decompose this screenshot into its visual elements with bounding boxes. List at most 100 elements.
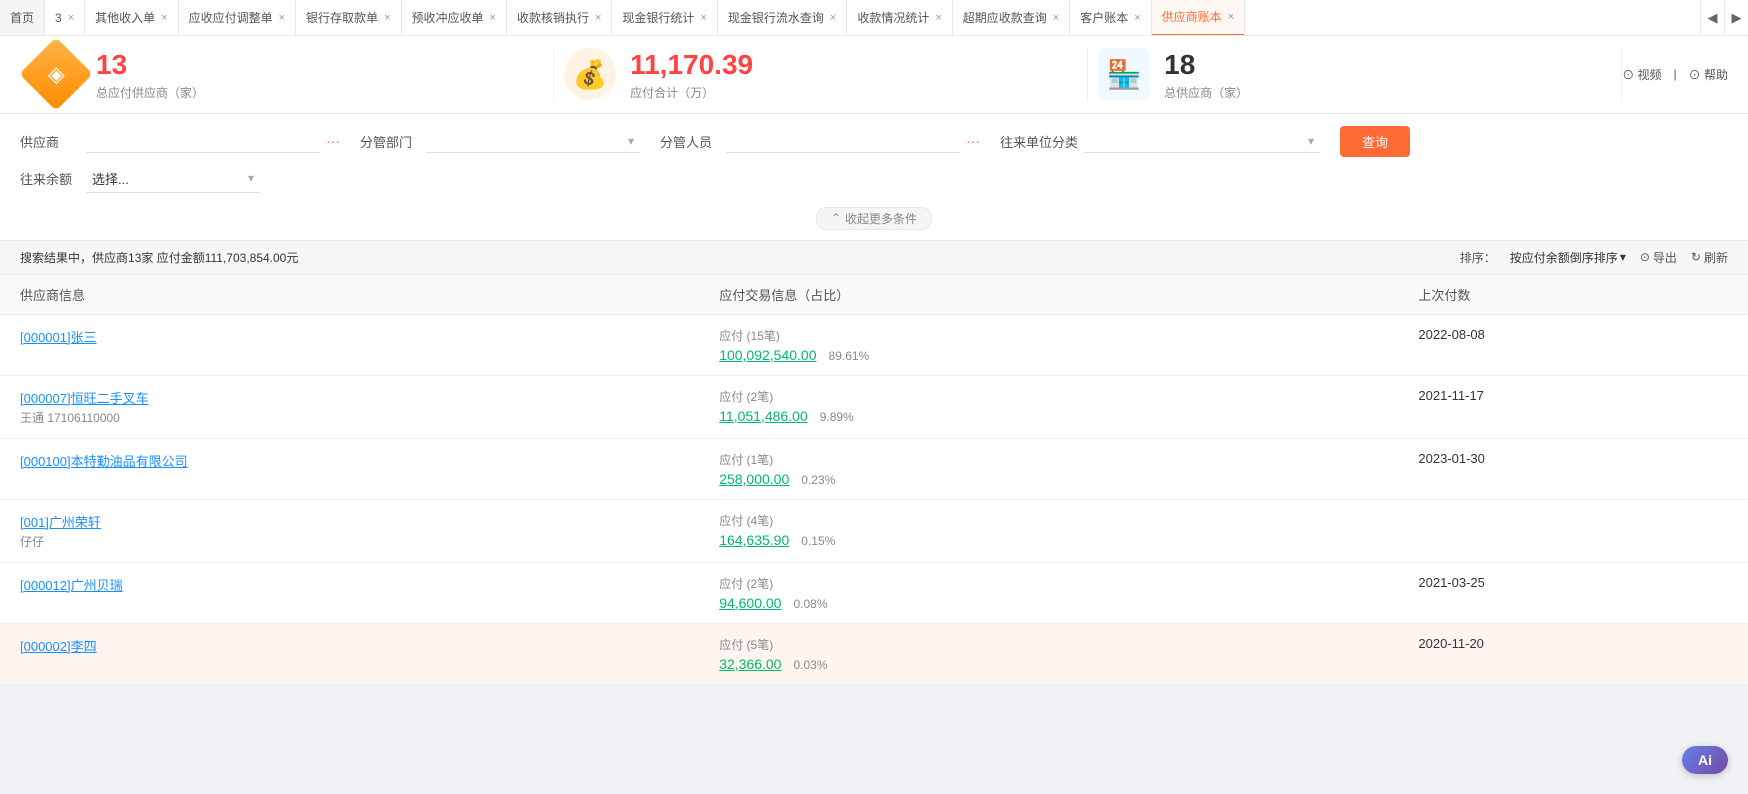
- close-icon[interactable]: ×: [830, 12, 836, 24]
- close-icon[interactable]: ×: [700, 12, 706, 24]
- supplier-id: [000001]张三: [20, 330, 97, 345]
- transaction-amount[interactable]: 164,635.90: [719, 532, 789, 548]
- last-pay-cell: [1398, 499, 1748, 562]
- close-icon[interactable]: ×: [384, 12, 390, 24]
- nav-tab-collection-stat[interactable]: 收款情况统计 ×: [847, 0, 952, 36]
- nav-tab-bank[interactable]: 银行存取款单 ×: [296, 0, 401, 36]
- supplier-link[interactable]: [000001]张三: [20, 330, 97, 345]
- filter-manager: 分管人员 ···: [660, 129, 980, 153]
- nav-tab-verify[interactable]: 收款核销执行 ×: [507, 0, 612, 36]
- table-row: [000012]广州贝瑞 应付 (2笔) 94,600.00 0.08% 202…: [0, 562, 1748, 623]
- close-icon[interactable]: ×: [68, 12, 74, 24]
- table-row: [001]广州荣轩 仔仔 应付 (4笔) 164,635.90 0.15%: [0, 499, 1748, 562]
- help-area: ⊙ 视频 | ⊙ 帮助: [1622, 66, 1728, 83]
- help-link[interactable]: ⊙ 帮助: [1689, 66, 1728, 83]
- transaction-percent: 0.23%: [801, 473, 835, 487]
- last-pay-cell: 2021-03-25: [1398, 562, 1748, 623]
- close-icon[interactable]: ×: [161, 12, 167, 24]
- payable-supplier-icon: ◈: [19, 38, 93, 112]
- nav-tab-prepay[interactable]: 预收冲应收单 ×: [402, 0, 507, 36]
- transaction-info-cell: 应付 (5笔) 32,366.00 0.03%: [699, 623, 1398, 684]
- last-pay-cell: 2020-11-20: [1398, 623, 1748, 684]
- close-icon[interactable]: ×: [935, 12, 941, 24]
- manager-input[interactable]: [726, 129, 960, 153]
- close-icon[interactable]: ×: [1228, 11, 1234, 23]
- category-select[interactable]: ▾: [1084, 130, 1320, 153]
- supplier-link[interactable]: [000007]恒旺二手叉车: [20, 391, 149, 406]
- nav-tab-home[interactable]: 首页: [0, 0, 45, 36]
- supplier-id: [000100]本特勤油品有限公司: [20, 454, 188, 469]
- close-icon[interactable]: ×: [279, 12, 285, 24]
- export-button[interactable]: ⊙ 导出: [1640, 249, 1677, 266]
- ai-badge-label: Ai: [1698, 752, 1712, 768]
- close-icon[interactable]: ×: [1134, 12, 1140, 24]
- supplier-input[interactable]: [86, 129, 320, 153]
- nav-tab-supplier[interactable]: 供应商账本 ×: [1152, 0, 1245, 36]
- transaction-percent: 0.15%: [801, 534, 835, 548]
- search-button[interactable]: 查询: [1340, 126, 1410, 157]
- nav-tab-bank-label: 银行存取款单: [306, 9, 378, 26]
- transaction-percent: 0.03%: [793, 658, 827, 672]
- transaction-percent: 0.08%: [793, 597, 827, 611]
- total-payable-amount: 11,170.39: [630, 48, 753, 82]
- close-icon[interactable]: ×: [595, 12, 601, 24]
- video-link[interactable]: ⊙ 视频: [1622, 66, 1661, 83]
- nav-prev-arrow[interactable]: ◀: [1700, 0, 1724, 36]
- nav-tab-verify-label: 收款核销执行: [517, 9, 589, 26]
- payable-supplier-count: 13: [96, 48, 204, 82]
- supplier-info-cell: [001]广州荣轩 仔仔: [0, 499, 699, 562]
- nav-tab-adjustment[interactable]: 应收应付调整单 ×: [179, 0, 296, 36]
- transaction-amount[interactable]: 11,051,486.00: [719, 408, 808, 424]
- nav-tab-3[interactable]: 3 ×: [45, 0, 85, 36]
- filter-row-1: 供应商 ··· 分管部门 ▾ 分管人员 ··· 往来单位分类 ▾ 查询: [20, 126, 1728, 157]
- trans-label: 应付 (4笔): [719, 512, 1378, 529]
- nav-tab-collection-stat-label: 收款情况统计: [857, 9, 929, 26]
- amount-value: 111,703,854.00元: [205, 251, 299, 265]
- transaction-info-cell: 应付 (2笔) 94,600.00 0.08%: [699, 562, 1398, 623]
- total-payable-label: 应付合计（万）: [630, 84, 753, 101]
- ai-badge[interactable]: Ai: [1682, 746, 1728, 774]
- nav-tab-overdue[interactable]: 超期应收款查询 ×: [953, 0, 1070, 36]
- balance-select[interactable]: 选择... ▾: [86, 165, 260, 193]
- supplier-sub: 王通 17106110000: [20, 409, 679, 426]
- refresh-button[interactable]: ↻ 刷新: [1691, 249, 1728, 266]
- nav-tab-supplier-label: 供应商账本: [1162, 8, 1222, 25]
- collapse-label: 收起更多条件: [845, 210, 917, 227]
- trans-label: 应付 (2笔): [719, 575, 1378, 592]
- transaction-amount[interactable]: 32,366.00: [719, 656, 781, 672]
- col-last-payment: 上次付数: [1398, 275, 1748, 315]
- close-icon[interactable]: ×: [1053, 12, 1059, 24]
- nav-next-arrow[interactable]: ▶: [1724, 0, 1748, 36]
- supplier-link[interactable]: [000002]李四: [20, 639, 97, 654]
- last-pay-date: 2022-08-08: [1418, 327, 1485, 342]
- last-pay-date: 2021-11-17: [1418, 388, 1484, 403]
- nav-tab-other-income[interactable]: 其他收入单 ×: [85, 0, 178, 36]
- result-actions: 排序： 按应付余额倒序排序 ▾ ⊙ 导出 ↻ 刷新: [1460, 249, 1728, 266]
- department-select[interactable]: ▾: [426, 130, 640, 153]
- sort-select[interactable]: 按应付余额倒序排序 ▾: [1510, 249, 1626, 266]
- nav-tab-cash-stat[interactable]: 现金银行统计 ×: [612, 0, 717, 36]
- transaction-amount[interactable]: 100,092,540.00: [719, 347, 816, 363]
- supplier-info-cell: [000002]李四: [0, 623, 699, 684]
- collapse-button[interactable]: ⌃ 收起更多条件: [816, 207, 932, 230]
- transaction-amount[interactable]: 94,600.00: [719, 595, 781, 611]
- summary-bar: ◈ 13 总应付供应商（家） 💰 11,170.39 应付合计（万） 🏪 18 …: [0, 36, 1748, 114]
- supplier-ellipsis-icon[interactable]: ···: [326, 133, 340, 149]
- manager-ellipsis-icon[interactable]: ···: [966, 133, 980, 149]
- supplier-link[interactable]: [000100]本特勤油品有限公司: [20, 454, 188, 469]
- refresh-icon: ↻: [1691, 250, 1701, 264]
- col-supplier-info: 供应商信息: [0, 275, 699, 315]
- collapse-icon: ⌃: [831, 211, 841, 225]
- collapse-bar: ⌃ 收起更多条件: [20, 201, 1728, 232]
- supplier-link[interactable]: [000012]广州贝瑞: [20, 578, 123, 593]
- table-row: [000002]李四 应付 (5笔) 32,366.00 0.03% 2020-…: [0, 623, 1748, 684]
- nav-tab-cash-flow[interactable]: 现金银行流水查询 ×: [718, 0, 847, 36]
- filter-category: 往来单位分类 ▾: [1000, 130, 1320, 153]
- table-row: [000007]恒旺二手叉车 王通 17106110000 应付 (2笔) 11…: [0, 375, 1748, 438]
- nav-tab-customer[interactable]: 客户账本 ×: [1070, 0, 1151, 36]
- supplier-link[interactable]: [001]广州荣轩: [20, 515, 101, 530]
- close-icon[interactable]: ×: [490, 12, 496, 24]
- supplier-id: [000007]恒旺二手叉车: [20, 391, 149, 406]
- transaction-amount[interactable]: 258,000.00: [719, 471, 789, 487]
- total-supplier-icon: 🏪: [1098, 48, 1150, 100]
